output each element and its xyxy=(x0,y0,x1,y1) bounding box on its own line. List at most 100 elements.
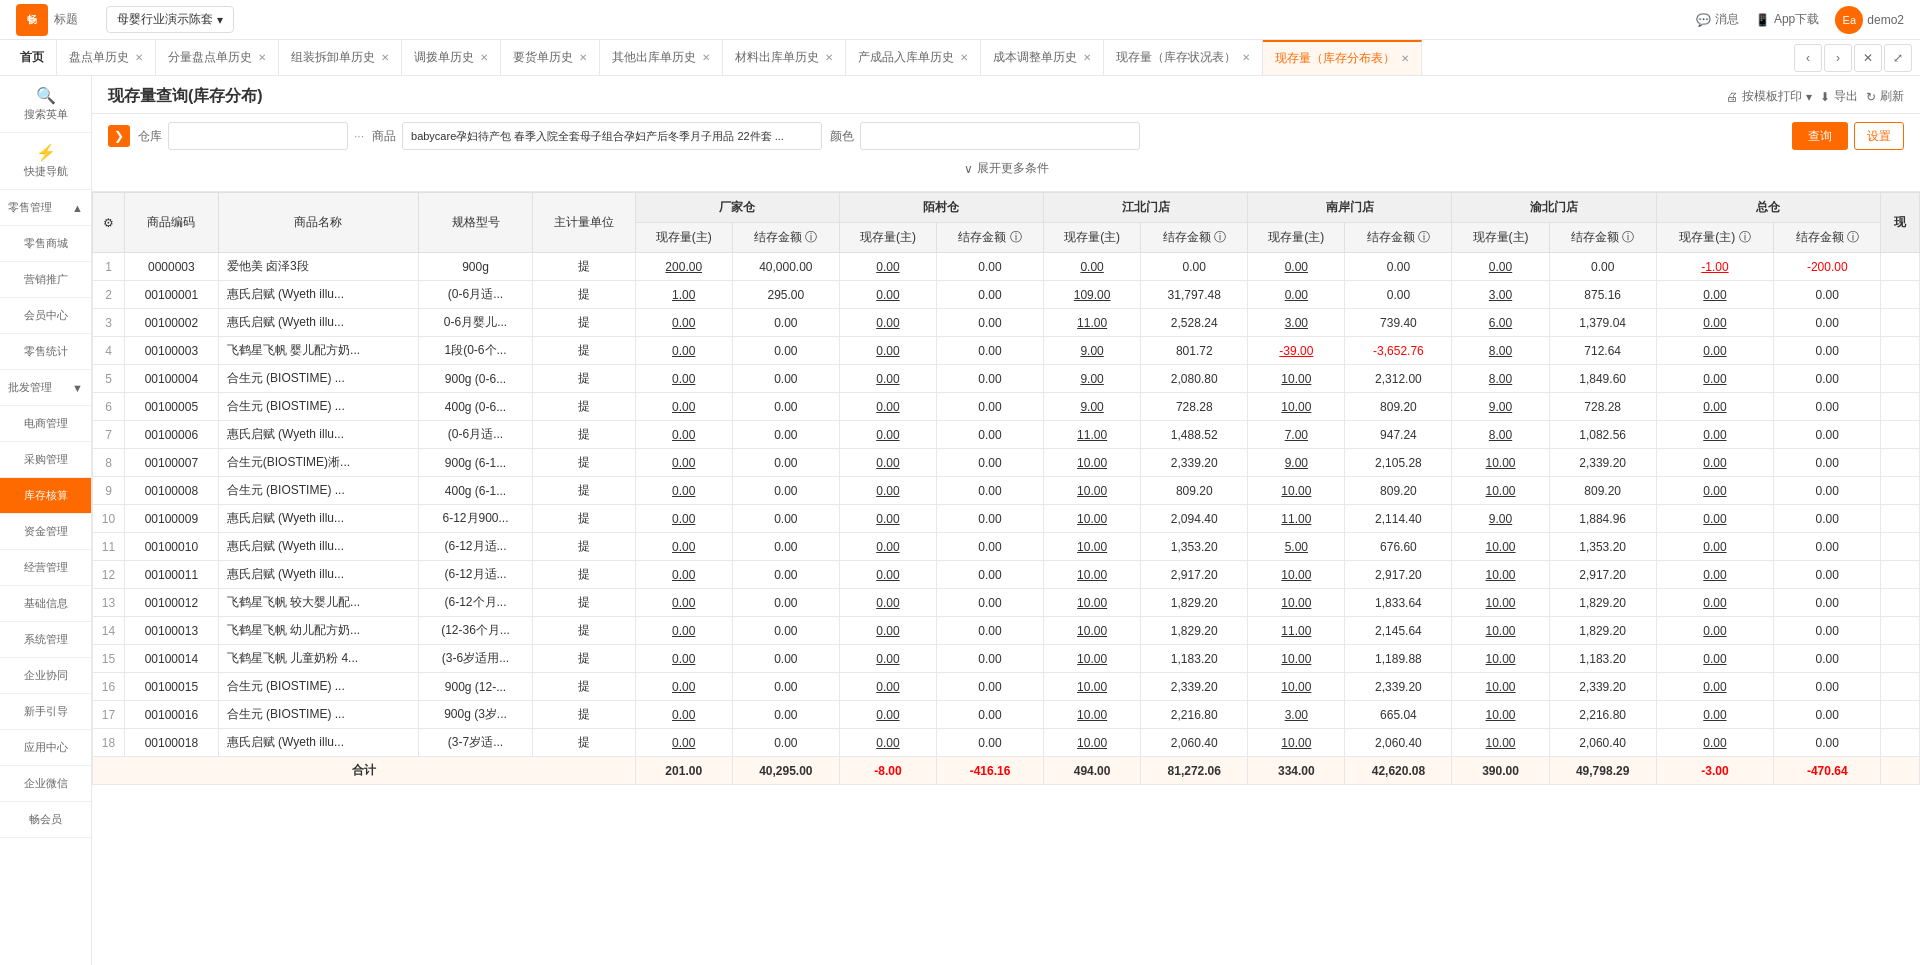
cell-total-stock[interactable]: 0.00 xyxy=(1656,505,1774,533)
cell-total-stock[interactable]: 0.00 xyxy=(1656,673,1774,701)
tab-expand-btn[interactable]: ⤢ xyxy=(1884,44,1912,72)
export-btn[interactable]: ⬇ 导出 xyxy=(1820,88,1858,105)
filter-toggle-btn[interactable]: ❯ xyxy=(108,125,130,147)
cell-changja-stock[interactable]: 0.00 xyxy=(635,309,732,337)
tab-next-btn[interactable]: › xyxy=(1824,44,1852,72)
color-input[interactable] xyxy=(860,122,1140,150)
sidebar-item-inventory[interactable]: 库存核算 xyxy=(0,478,91,514)
cell-changja-stock[interactable]: 0.00 xyxy=(635,701,732,729)
cell-changja-stock[interactable]: 0.00 xyxy=(635,589,732,617)
cell-jiangbei-stock[interactable]: 10.00 xyxy=(1044,701,1141,729)
cell-jiangbei-stock[interactable]: 11.00 xyxy=(1044,421,1141,449)
cell-mocun-stock[interactable]: 0.00 xyxy=(839,449,936,477)
tab-inventory-history[interactable]: 盘点单历史 ✕ xyxy=(57,40,156,76)
cell-mocun-stock[interactable]: 0.00 xyxy=(839,589,936,617)
cell-total-stock[interactable]: 0.00 xyxy=(1656,393,1774,421)
cell-mocun-stock[interactable]: 0.00 xyxy=(839,309,936,337)
sidebar-item-retail[interactable]: 零售管理 ▲ xyxy=(0,190,91,226)
cell-yubei-stock[interactable]: 3.00 xyxy=(1452,281,1549,309)
close-icon[interactable]: ✕ xyxy=(825,52,833,63)
cell-mocun-stock[interactable]: 0.00 xyxy=(839,281,936,309)
app-download-btn[interactable]: 📱 App下载 xyxy=(1755,11,1819,28)
cell-jiangbei-stock[interactable]: 10.00 xyxy=(1044,477,1141,505)
cell-yubei-stock[interactable]: 10.00 xyxy=(1452,449,1549,477)
cell-yubei-stock[interactable]: 10.00 xyxy=(1452,617,1549,645)
close-icon[interactable]: ✕ xyxy=(702,52,710,63)
cell-yubei-stock[interactable]: 10.00 xyxy=(1452,589,1549,617)
cell-yubei-stock[interactable]: 10.00 xyxy=(1452,729,1549,757)
close-icon[interactable]: ✕ xyxy=(1242,52,1250,63)
tab-stock-dist[interactable]: 现存量（库存分布表） ✕ xyxy=(1263,40,1422,76)
cell-mocun-stock[interactable]: 0.00 xyxy=(839,645,936,673)
cell-yubei-stock[interactable]: 10.00 xyxy=(1452,673,1549,701)
sidebar-item-retail-mall[interactable]: 零售商城 xyxy=(0,226,91,262)
sidebar-item-ecommerce[interactable]: 电商管理 xyxy=(0,406,91,442)
cell-nanan-stock[interactable]: 10.00 xyxy=(1248,393,1345,421)
cell-nanan-stock[interactable]: 10.00 xyxy=(1248,645,1345,673)
cell-mocun-stock[interactable]: 0.00 xyxy=(839,365,936,393)
cell-jiangbei-stock[interactable]: 10.00 xyxy=(1044,729,1141,757)
close-icon[interactable]: ✕ xyxy=(480,52,488,63)
cell-changja-stock[interactable]: 0.00 xyxy=(635,337,732,365)
cell-changja-stock[interactable]: 200.00 xyxy=(635,253,732,281)
tab-finished[interactable]: 产成品入库单历史 ✕ xyxy=(846,40,981,76)
warehouse-input[interactable] xyxy=(168,122,348,150)
cell-yubei-stock[interactable]: 0.00 xyxy=(1452,253,1549,281)
sidebar-item-search[interactable]: 🔍 搜索英单 xyxy=(0,76,91,133)
cell-yubei-stock[interactable]: 10.00 xyxy=(1452,533,1549,561)
cell-changja-stock[interactable]: 0.00 xyxy=(635,449,732,477)
sidebar-item-guide[interactable]: 新手引导 xyxy=(0,694,91,730)
tab-prev-btn[interactable]: ‹ xyxy=(1794,44,1822,72)
cell-nanan-stock[interactable]: 3.00 xyxy=(1248,309,1345,337)
print-btn[interactable]: 🖨 按模板打印 ▾ xyxy=(1726,88,1812,105)
message-btn[interactable]: 💬 消息 xyxy=(1696,11,1739,28)
cell-yubei-stock[interactable]: 9.00 xyxy=(1452,393,1549,421)
tab-material[interactable]: 材料出库单历史 ✕ xyxy=(723,40,846,76)
close-icon[interactable]: ✕ xyxy=(381,52,389,63)
cell-nanan-stock[interactable]: 10.00 xyxy=(1248,477,1345,505)
cell-changja-stock[interactable]: 0.00 xyxy=(635,365,732,393)
cell-jiangbei-stock[interactable]: 10.00 xyxy=(1044,589,1141,617)
cell-total-stock[interactable]: 0.00 xyxy=(1656,617,1774,645)
sidebar-item-system[interactable]: 系统管理 xyxy=(0,622,91,658)
cell-nanan-stock[interactable]: 10.00 xyxy=(1248,589,1345,617)
cell-yubei-stock[interactable]: 8.00 xyxy=(1452,421,1549,449)
cell-nanan-stock[interactable]: -39.00 xyxy=(1248,337,1345,365)
tab-stock-status[interactable]: 现存量（库存状况表） ✕ xyxy=(1104,40,1263,76)
cell-nanan-stock[interactable]: 10.00 xyxy=(1248,561,1345,589)
cell-nanan-stock[interactable]: 0.00 xyxy=(1248,253,1345,281)
cell-jiangbei-stock[interactable]: 10.00 xyxy=(1044,645,1141,673)
sidebar-item-retail-stats[interactable]: 零售统计 xyxy=(0,334,91,370)
cell-changja-stock[interactable]: 0.00 xyxy=(635,561,732,589)
close-icon[interactable]: ✕ xyxy=(135,52,143,63)
close-icon[interactable]: ✕ xyxy=(258,52,266,63)
cell-total-stock[interactable]: 0.00 xyxy=(1656,281,1774,309)
sidebar-item-operations[interactable]: 经营管理 xyxy=(0,550,91,586)
cell-mocun-stock[interactable]: 0.00 xyxy=(839,253,936,281)
cell-yubei-stock[interactable]: 6.00 xyxy=(1452,309,1549,337)
cell-nanan-stock[interactable]: 10.00 xyxy=(1248,365,1345,393)
cell-total-stock[interactable]: 0.00 xyxy=(1656,589,1774,617)
cell-jiangbei-stock[interactable]: 0.00 xyxy=(1044,253,1141,281)
sidebar-item-enterprise[interactable]: 企业协同 xyxy=(0,658,91,694)
cell-changja-stock[interactable]: 0.00 xyxy=(635,393,732,421)
cell-yubei-stock[interactable]: 10.00 xyxy=(1452,701,1549,729)
cell-total-stock[interactable]: 0.00 xyxy=(1656,309,1774,337)
cell-nanan-stock[interactable]: 3.00 xyxy=(1248,701,1345,729)
cell-jiangbei-stock[interactable]: 10.00 xyxy=(1044,533,1141,561)
cell-yubei-stock[interactable]: 9.00 xyxy=(1452,505,1549,533)
cell-jiangbei-stock[interactable]: 109.00 xyxy=(1044,281,1141,309)
cell-mocun-stock[interactable]: 0.00 xyxy=(839,617,936,645)
tab-home[interactable]: 首页 xyxy=(8,40,57,76)
cell-mocun-stock[interactable]: 0.00 xyxy=(839,561,936,589)
sidebar-item-finance[interactable]: 资金管理 xyxy=(0,514,91,550)
tab-part-inventory[interactable]: 分量盘点单历史 ✕ xyxy=(156,40,279,76)
cell-mocun-stock[interactable]: 0.00 xyxy=(839,729,936,757)
cell-jiangbei-stock[interactable]: 9.00 xyxy=(1044,365,1141,393)
cell-mocun-stock[interactable]: 0.00 xyxy=(839,421,936,449)
ellipsis-icon[interactable]: ··· xyxy=(354,129,364,143)
cell-changja-stock[interactable]: 0.00 xyxy=(635,421,732,449)
cell-yubei-stock[interactable]: 8.00 xyxy=(1452,337,1549,365)
tab-outbound[interactable]: 其他出库单历史 ✕ xyxy=(600,40,723,76)
sidebar-item-purchase[interactable]: 采购管理 xyxy=(0,442,91,478)
